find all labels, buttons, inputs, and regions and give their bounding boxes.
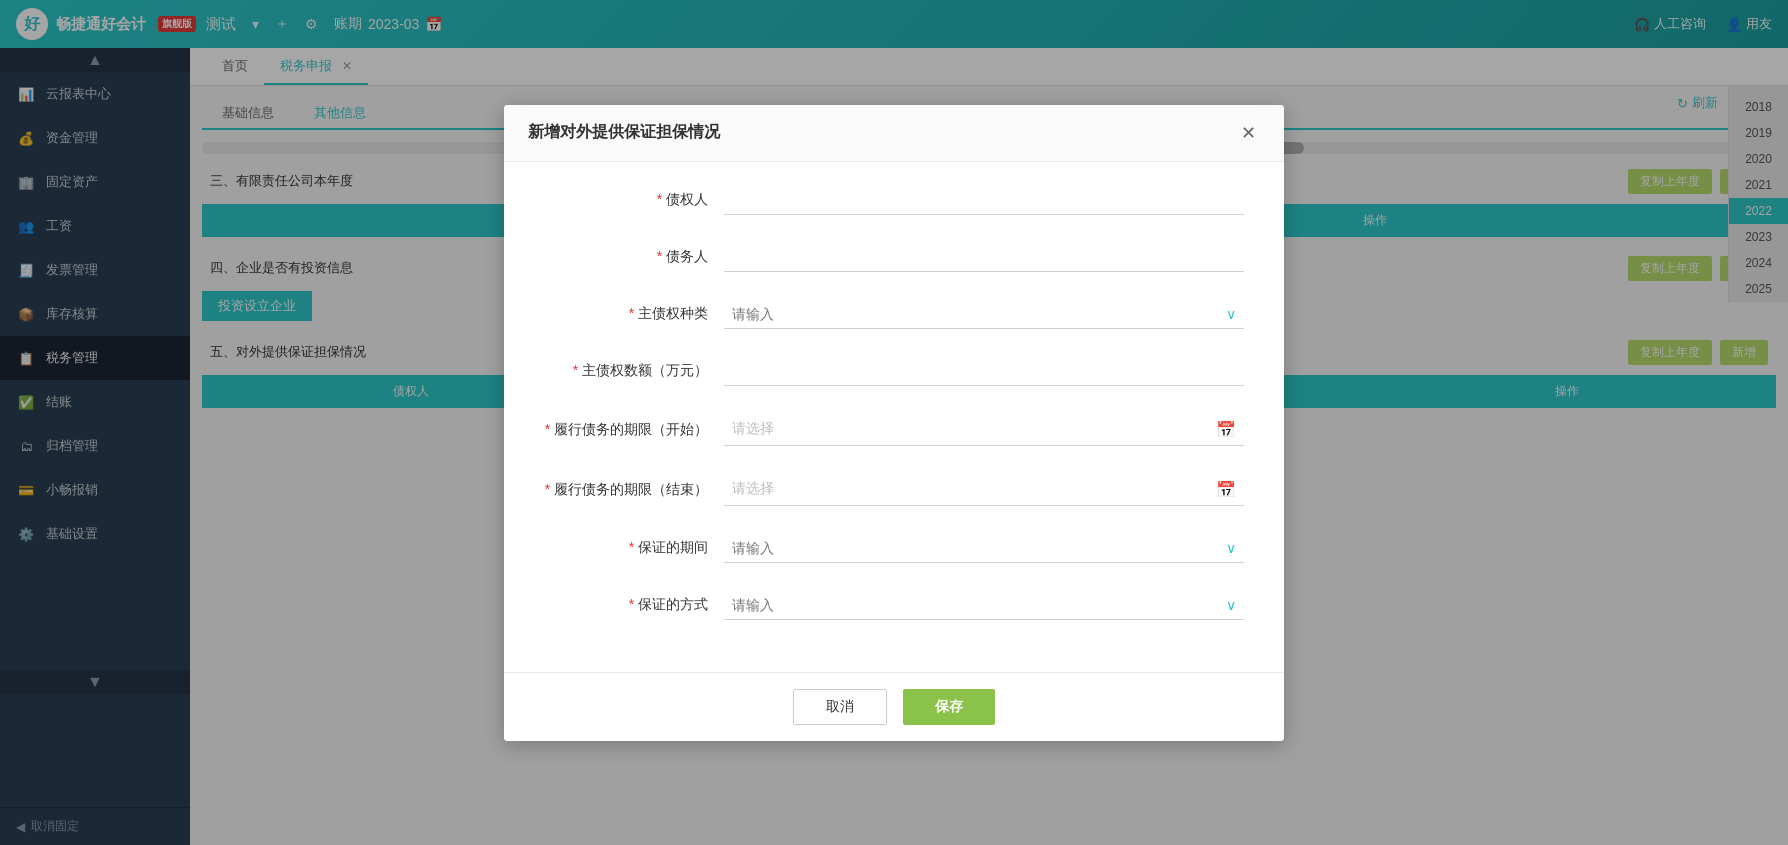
date-wrap-lvxingjieshurq: 请选择 📅: [724, 474, 1244, 506]
required-star: *: [545, 421, 550, 437]
form-row-zhuzhaiquanshu: * 主债权数额（万元）: [544, 357, 1244, 386]
form-row-zhaiquanren: * 债权人: [544, 186, 1244, 215]
label-baozhengfangshi: * 保证的方式: [544, 596, 724, 614]
date-placeholder-end: 请选择: [732, 480, 1216, 498]
chevron-down-icon-3[interactable]: ∨: [1226, 597, 1236, 613]
label-zhaiwuren: * 债务人: [544, 248, 724, 266]
select-input-baozhengfangshi[interactable]: [732, 597, 1226, 613]
required-star: *: [657, 248, 662, 264]
required-star: *: [629, 305, 634, 321]
modal-header: 新增对外提供保证担保情况 ✕: [504, 105, 1284, 162]
form-row-baozhengqijian: * 保证的期间 ∨: [544, 534, 1244, 563]
modal-title: 新增对外提供保证担保情况: [528, 122, 720, 143]
save-button[interactable]: 保存: [903, 689, 995, 725]
form-row-lvxingjieshurq: * 履行债务的期限（结束） 请选择 📅: [544, 474, 1244, 506]
required-star: *: [629, 539, 634, 555]
modal-dialog: 新增对外提供保证担保情况 ✕ * 债权人 * 债务人: [504, 105, 1284, 741]
date-placeholder-start: 请选择: [732, 420, 1216, 438]
input-zhaiquanren[interactable]: [724, 186, 1244, 215]
form-row-lvxingkaishrq: * 履行债务的期限（开始） 请选择 📅: [544, 414, 1244, 446]
label-lvxingkaishrq: * 履行债务的期限（开始）: [544, 421, 724, 439]
required-star: *: [545, 481, 550, 497]
calendar-end-icon[interactable]: 📅: [1216, 480, 1236, 499]
label-zhuzhaiquanzhonglei: * 主债权种类: [544, 305, 724, 323]
form-row-baozhengfangshi: * 保证的方式 ∨: [544, 591, 1244, 620]
select-wrap-zhuzhaiquanzhonglei: ∨: [724, 300, 1244, 329]
required-star: *: [573, 362, 578, 378]
modal-overlay: 新增对外提供保证担保情况 ✕ * 债权人 * 债务人: [0, 0, 1788, 845]
form-row-zhuzhaiquanzhonglei: * 主债权种类 ∨: [544, 300, 1244, 329]
chevron-down-icon[interactable]: ∨: [1226, 306, 1236, 322]
label-zhuzhaiquanshu: * 主债权数额（万元）: [544, 362, 724, 380]
select-wrap-baozhengqijian: ∨: [724, 534, 1244, 563]
required-star: *: [657, 191, 662, 207]
label-lvxingjieshurq: * 履行债务的期限（结束）: [544, 481, 724, 499]
select-input-baozhengqijian[interactable]: [732, 540, 1226, 556]
select-input-zhuzhaiquanzhonglei[interactable]: [732, 306, 1226, 322]
modal-close-button[interactable]: ✕: [1236, 121, 1260, 145]
required-star: *: [629, 596, 634, 612]
chevron-down-icon-2[interactable]: ∨: [1226, 540, 1236, 556]
modal-body: * 债权人 * 债务人 * 主债权种类: [504, 162, 1284, 672]
modal-footer: 取消 保存: [504, 672, 1284, 741]
input-zhuzhaiquanshu[interactable]: [724, 357, 1244, 386]
cancel-button[interactable]: 取消: [793, 689, 887, 725]
form-row-zhaiwuren: * 债务人: [544, 243, 1244, 272]
date-wrap-lvxingkaishrq: 请选择 📅: [724, 414, 1244, 446]
input-zhaiwuren[interactable]: [724, 243, 1244, 272]
label-zhaiquanren: * 债权人: [544, 191, 724, 209]
calendar-start-icon[interactable]: 📅: [1216, 420, 1236, 439]
select-wrap-baozhengfangshi: ∨: [724, 591, 1244, 620]
label-baozhengqijian: * 保证的期间: [544, 539, 724, 557]
